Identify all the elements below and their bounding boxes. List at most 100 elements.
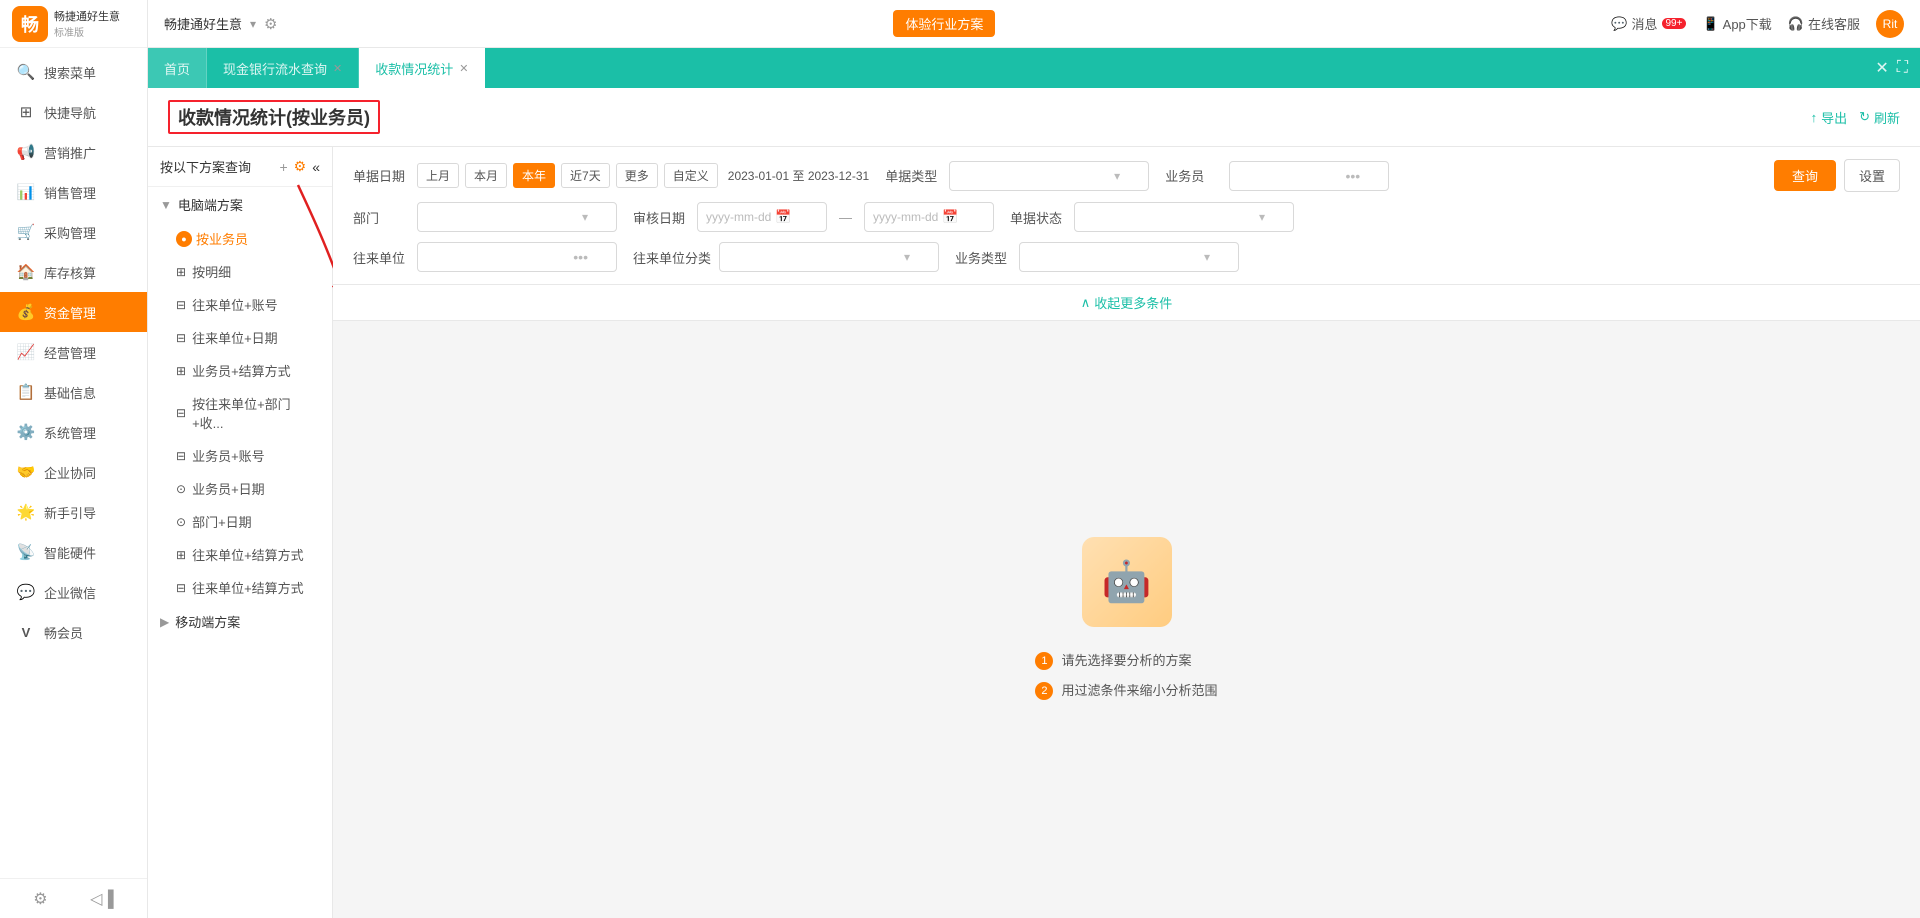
scheme-group-mobile-collapse-icon: ▶ [160, 615, 169, 629]
filter-partner-category-col: 往来单位分类 ▾ [633, 242, 939, 272]
sidebar: 畅 畅捷通好生意 标准版 🔍 搜索菜单 ⊞ 快捷导航 📢 营销推广 📊 销售管理… [0, 0, 148, 918]
settings-footer-icon[interactable]: ⚙ [33, 889, 47, 909]
tab-home[interactable]: 首页 [148, 48, 207, 88]
scheme-item-partner-account[interactable]: ⊟ 往来单位+账号 [148, 288, 332, 321]
export-button[interactable]: ↑ 导出 [1811, 108, 1848, 127]
sidebar-item-system[interactable]: ⚙️ 系统管理 [0, 412, 147, 452]
scheme-group-pc-header[interactable]: ▼ 电脑端方案 [148, 187, 332, 222]
body-split: 按以下方案查询 + ⚙ « ▼ 电脑端方案 ● 按业务员 [148, 147, 1920, 918]
sidebar-item-basic[interactable]: 📋 基础信息 [0, 372, 147, 412]
tab-maximize-icon[interactable]: ⛶ [1897, 59, 1908, 77]
sidebar-item-warehouse[interactable]: 🏠 库存核算 [0, 252, 147, 292]
finance-icon: 💰 [16, 302, 36, 322]
scheme-collapse-icon[interactable]: « [312, 159, 320, 175]
status-select[interactable]: ▾ [1074, 202, 1294, 232]
partner-select[interactable]: ••• [417, 242, 617, 272]
scheme-item-grid4-icon: ⊟ [176, 406, 186, 420]
sidebar-item-purchase[interactable]: 🛒 采购管理 [0, 212, 147, 252]
sidebar-item-marketing[interactable]: 📢 营销推广 [0, 132, 147, 172]
topbar-dropdown-icon[interactable]: ▾ [250, 17, 256, 31]
sidebar-item-search[interactable]: 🔍 搜索菜单 [0, 52, 147, 92]
warehouse-icon: 🏠 [16, 262, 36, 282]
topbar-promo[interactable]: 体验行业方案 [893, 10, 995, 37]
logo-icon: 畅 [12, 6, 48, 42]
sidebar-item-sales[interactable]: 📊 销售管理 [0, 172, 147, 212]
sidebar-item-member[interactable]: V 畅会员 [0, 612, 147, 652]
scheme-item-partner-dept-receipt[interactable]: ⊟ 按往来单位+部门+收... [148, 387, 332, 439]
sidebar-item-enterprise[interactable]: 🤝 企业协同 [0, 452, 147, 492]
topbar-gear-icon[interactable]: ⚙ [264, 15, 277, 33]
review-date-end[interactable]: yyyy-mm-dd 📅 [864, 202, 994, 232]
tab-close-all-icon[interactable]: ✕ [1875, 58, 1888, 78]
export-icon: ↑ [1811, 110, 1818, 125]
scheme-add-icon[interactable]: + [279, 159, 287, 175]
biz-type-select[interactable]: ▾ [1019, 242, 1239, 272]
topbar: 畅捷通好生意 ▾ ⚙ 体验行业方案 💬 消息 99+ 📱 App下载 🎧 在线客… [148, 0, 1920, 48]
query-button[interactable]: 查询 [1774, 160, 1836, 191]
scheme-item-partner-settlement2[interactable]: ⊟ 往来单位+结算方式 [148, 571, 332, 604]
app-download-button[interactable]: 📱 App下载 [1702, 14, 1771, 33]
right-panel: 单据日期 上月 本月 本年 近7天 更多 自定义 2023-01-01 至 20… [333, 147, 1920, 918]
user-avatar[interactable]: Rit [1876, 10, 1904, 38]
filter-area: 单据日期 上月 本月 本年 近7天 更多 自定义 2023-01-01 至 20… [333, 147, 1920, 285]
sidebar-item-operation[interactable]: 📈 经营管理 [0, 332, 147, 372]
scheme-item-by-salesperson[interactable]: ● 按业务员 [148, 222, 332, 255]
tab-receipt[interactable]: 收款情况统计 ✕ [359, 48, 485, 88]
scheme-icons: + ⚙ « [279, 158, 320, 175]
scheme-item-dept-date[interactable]: ⊙ 部门+日期 [148, 505, 332, 538]
filter-collapse-bar[interactable]: ∧ 收起更多条件 [333, 285, 1920, 321]
online-service-button[interactable]: 🎧 在线客服 [1788, 14, 1860, 33]
refresh-icon: ↻ [1859, 109, 1870, 125]
scheme-item-salesperson-account[interactable]: ⊟ 业务员+账号 [148, 439, 332, 472]
scheme-item-partner-date[interactable]: ⊟ 往来单位+日期 [148, 321, 332, 354]
sidebar-item-hardware[interactable]: 📡 智能硬件 [0, 532, 147, 572]
collapse-sidebar-icon[interactable]: ◁▐ [90, 889, 114, 909]
dept-select[interactable]: ▾ [417, 202, 617, 232]
partner-category-select[interactable]: ▾ [719, 242, 939, 272]
search-icon: 🔍 [16, 62, 36, 82]
biz-type-chevron-icon: ▾ [1204, 250, 1210, 264]
enterprise-icon: 🤝 [16, 462, 36, 482]
date-btn-this-month[interactable]: 本月 [465, 163, 507, 188]
scheme-item-salesperson-date[interactable]: ⊙ 业务员+日期 [148, 472, 332, 505]
salesperson-dots-icon[interactable]: ••• [1345, 168, 1360, 184]
filter-partner-col: 往来单位 ••• [353, 242, 617, 272]
date-btn-more[interactable]: 更多 [616, 163, 658, 188]
scheme-item-grid2-icon: ⊟ [176, 298, 186, 312]
sidebar-item-finance[interactable]: 💰 资金管理 [0, 292, 147, 332]
date-btn-this-year[interactable]: 本年 [513, 163, 555, 188]
scheme-item-grid7-icon: ⊟ [176, 581, 186, 595]
biz-type-label: 业务类型 [955, 248, 1011, 267]
scheme-item-by-detail[interactable]: ⊞ 按明细 [148, 255, 332, 288]
tab-receipt-close[interactable]: ✕ [459, 62, 468, 75]
type-select[interactable]: ▾ [949, 161, 1149, 191]
settings-button[interactable]: 设置 [1844, 159, 1900, 192]
tab-bank[interactable]: 现金银行流水查询 ✕ [207, 48, 359, 88]
scheme-settings-icon[interactable]: ⚙ [294, 158, 307, 175]
refresh-button[interactable]: ↻ 刷新 [1859, 108, 1900, 127]
page-content: 收款情况统计(按业务员) ↑ 导出 ↻ 刷新 按以下方案查询 + [148, 88, 1920, 918]
sidebar-item-quicknav[interactable]: ⊞ 快捷导航 [0, 92, 147, 132]
review-date-start-cal-icon[interactable]: 📅 [775, 209, 791, 225]
status-select-chevron-icon: ▾ [1259, 210, 1265, 224]
scheme-group-mobile-header[interactable]: ▶ 移动端方案 [148, 604, 332, 639]
date-btn-custom[interactable]: 自定义 [664, 163, 718, 188]
review-date-start[interactable]: yyyy-mm-dd 📅 [697, 202, 827, 232]
logo-text: 畅捷通好生意 标准版 [54, 8, 120, 39]
partner-dots-icon[interactable]: ••• [573, 249, 588, 265]
scheme-header: 按以下方案查询 + ⚙ « [148, 147, 332, 187]
date-btn-last-month[interactable]: 上月 [417, 163, 459, 188]
scheme-item-clock2-icon: ⊙ [176, 515, 186, 529]
message-button[interactable]: 💬 消息 99+ [1611, 14, 1686, 33]
tabbar: 首页 现金银行流水查询 ✕ 收款情况统计 ✕ ✕ ⛶ [148, 48, 1920, 88]
data-area: 🤖 1 请先选择要分析的方案 2 用过滤条件来缩小分析范围 [333, 321, 1920, 918]
salesperson-select[interactable]: ••• [1229, 161, 1389, 191]
tab-bank-close[interactable]: ✕ [333, 62, 342, 75]
sidebar-item-wechat[interactable]: 💬 企业微信 [0, 572, 147, 612]
sidebar-item-newguide[interactable]: 🌟 新手引导 [0, 492, 147, 532]
review-date-end-cal-icon[interactable]: 📅 [942, 209, 958, 225]
scheme-item-salesperson-settlement[interactable]: ⊞ 业务员+结算方式 [148, 354, 332, 387]
scheme-item-partner-settlement1[interactable]: ⊞ 往来单位+结算方式 [148, 538, 332, 571]
date-btn-7days[interactable]: 近7天 [561, 163, 610, 188]
partner-label: 往来单位 [353, 248, 409, 267]
